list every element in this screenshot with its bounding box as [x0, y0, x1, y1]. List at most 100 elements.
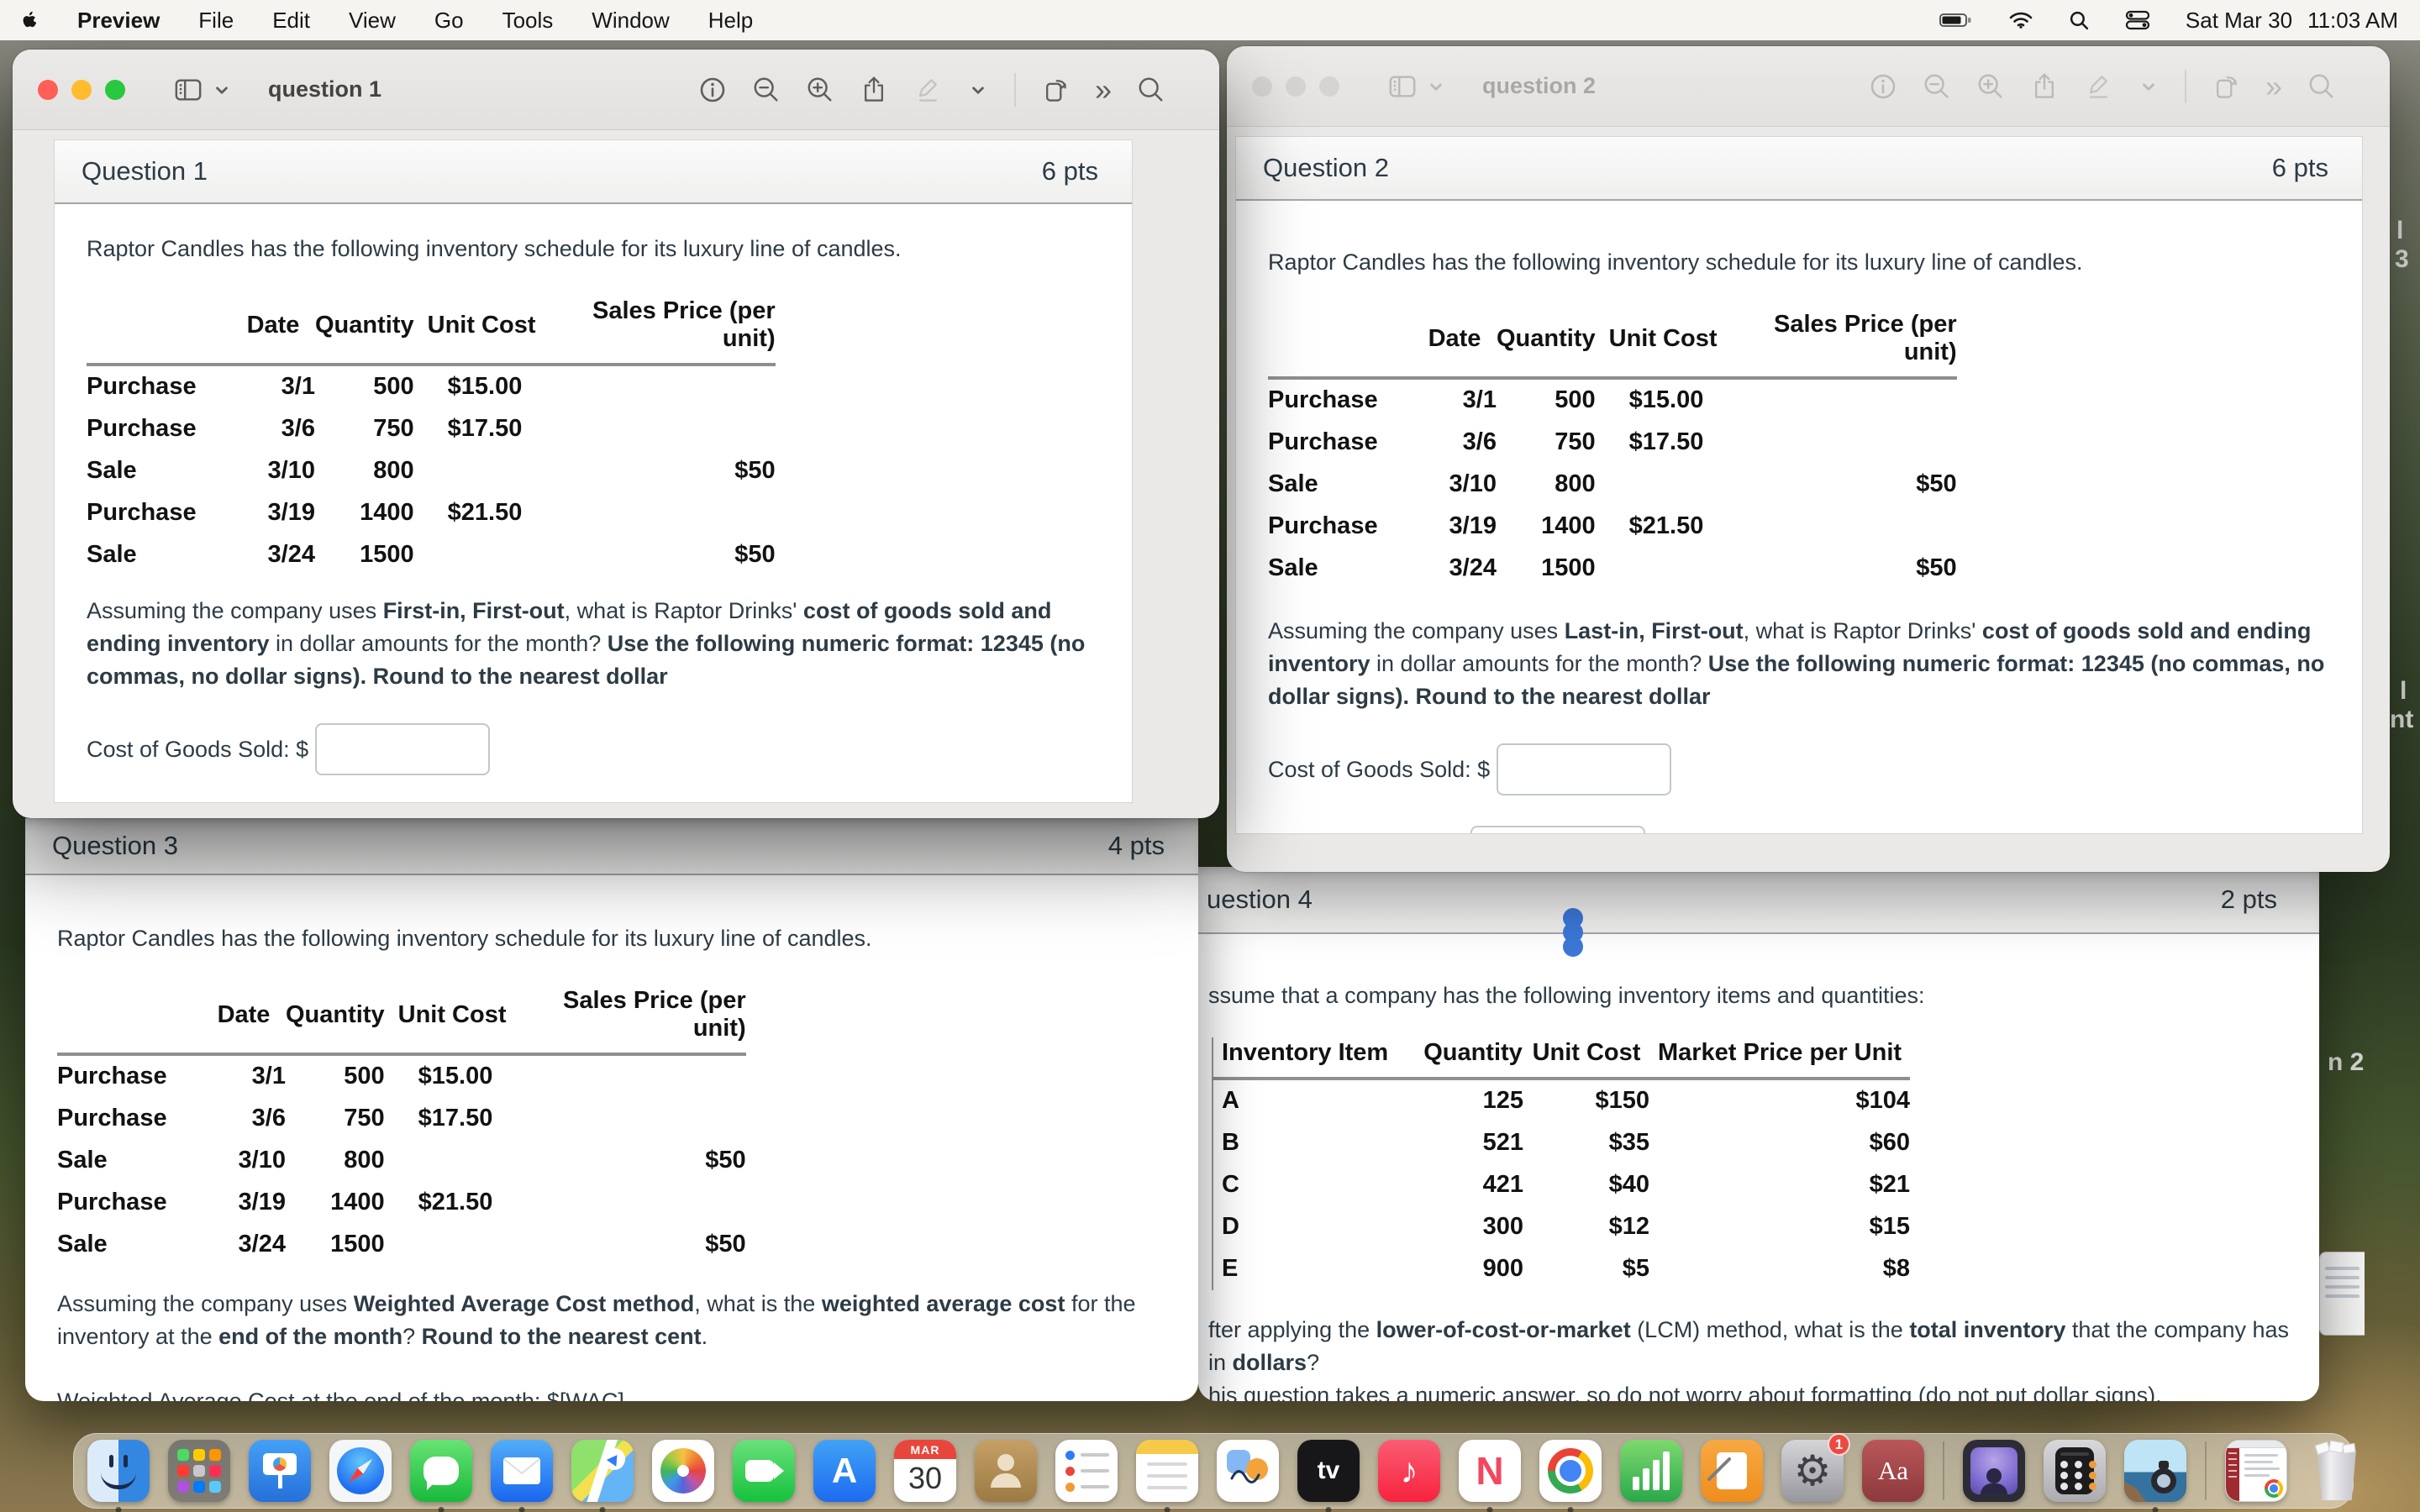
table-cell: $50 — [705, 1147, 746, 1173]
dock-item-launchpad[interactable] — [168, 1440, 230, 1502]
text-segment: in dollar amounts for the month? — [1370, 651, 1708, 676]
dock-item-messages[interactable] — [410, 1440, 472, 1512]
dock-item-preview[interactable] — [2124, 1440, 2186, 1512]
search-icon[interactable] — [1137, 76, 1165, 104]
spotlight-search-icon[interactable] — [2069, 10, 2090, 31]
dock-item-freeform[interactable] — [1217, 1440, 1279, 1502]
markup-chevron-icon[interactable] — [2138, 76, 2160, 97]
question3-title: Question 3 — [52, 831, 178, 860]
toolbar-overflow-icon[interactable]: » — [2265, 69, 2282, 104]
table-header-row: Date Quantity Unit Cost Sales Price (per un… — [87, 296, 776, 366]
dock-item-safari[interactable] — [329, 1440, 392, 1502]
table-row: E 900 $5 $8 — [1213, 1248, 1910, 1290]
zoom-out-icon[interactable] — [752, 76, 781, 104]
menu-item-go[interactable]: Go — [434, 8, 464, 34]
dock-item-appstore[interactable]: A — [813, 1440, 876, 1502]
dock-item-news[interactable]: N — [1459, 1440, 1521, 1512]
rotate-icon[interactable] — [2212, 72, 2240, 101]
control-center-icon[interactable] — [2125, 10, 2150, 30]
menu-item-help[interactable]: Help — [708, 8, 753, 34]
drag-handle-dots-icon[interactable] — [1563, 908, 1583, 957]
mail-icon — [491, 1440, 553, 1502]
question2-text: Assuming the company uses Last-in, First… — [1268, 615, 2362, 713]
markup-icon[interactable] — [2084, 72, 2112, 101]
minimize-button[interactable] — [1286, 76, 1306, 97]
menu-item-file[interactable]: File — [198, 8, 234, 34]
table-cell: $21 — [1869, 1171, 1910, 1198]
menu-date: Sat Mar 30 — [2185, 7, 2293, 33]
dock-item-settings[interactable]: 1 ⚙ — [1781, 1433, 1850, 1502]
share-icon[interactable] — [860, 76, 888, 104]
sidebar-chevron-icon[interactable] — [1425, 76, 1447, 97]
markup-chevron-icon[interactable] — [967, 79, 989, 101]
q1-cogs-input[interactable] — [315, 723, 491, 775]
menu-item-view[interactable]: View — [349, 8, 396, 34]
info-icon[interactable] — [1869, 72, 1897, 101]
dock-item-chrome[interactable] — [1539, 1440, 1602, 1512]
dock-item-pages[interactable] — [1701, 1440, 1763, 1502]
menu-clock[interactable]: Sat Mar 30 11:03 AM — [2186, 8, 2398, 34]
table-cell: 3/10 — [238, 1147, 286, 1173]
search-icon[interactable] — [2307, 72, 2336, 101]
sidebar-toggle-icon[interactable] — [174, 76, 203, 104]
dock-item-facetime[interactable] — [733, 1440, 795, 1502]
table-cell: $60 — [1869, 1129, 1910, 1156]
toolbar-divider — [1013, 72, 1016, 107]
apple-menu-icon[interactable] — [22, 10, 39, 30]
table-header-cell: Unit Cost — [384, 985, 532, 1056]
rotate-icon[interactable] — [1041, 76, 1070, 104]
share-icon[interactable] — [2030, 72, 2059, 101]
battery-icon[interactable] — [1939, 11, 1973, 29]
dock-item-music[interactable]: ♪ — [1378, 1440, 1440, 1502]
q2-ending-inventory-input[interactable] — [1470, 826, 1645, 833]
question1-titlebar[interactable]: question 1 » — [13, 50, 1219, 130]
table-cell: $8 — [1882, 1255, 1910, 1282]
dock-item-contacts[interactable] — [975, 1440, 1037, 1502]
table-header-cell: Quantity — [1497, 309, 1596, 380]
dock-item-photos[interactable] — [652, 1440, 714, 1502]
dock-item-finder[interactable] — [87, 1440, 150, 1512]
q2-cogs-input[interactable] — [1497, 743, 1672, 795]
menu-item-preview[interactable]: Preview — [77, 8, 160, 34]
zoom-out-icon[interactable] — [1923, 72, 1951, 101]
info-icon[interactable] — [698, 76, 727, 104]
menu-item-edit[interactable]: Edit — [272, 8, 310, 34]
table-cell — [1596, 464, 1743, 506]
zoom-in-icon[interactable] — [1976, 72, 2005, 101]
zoom-in-icon[interactable] — [806, 76, 834, 104]
minimize-button[interactable] — [71, 79, 92, 100]
close-button[interactable] — [1252, 76, 1272, 97]
close-button[interactable] — [38, 79, 58, 100]
dock-item-notes[interactable] — [1136, 1440, 1198, 1512]
dock-item-maps[interactable] — [571, 1440, 634, 1512]
zoom-button[interactable] — [105, 79, 125, 100]
dock-item-dictionary[interactable]: Aa — [1862, 1440, 1924, 1502]
sidebar-toggle-icon[interactable] — [1388, 72, 1417, 101]
dock-item-keynote[interactable] — [249, 1440, 311, 1502]
wifi-icon[interactable] — [2008, 10, 2033, 30]
text-segment: Last-in, First-out — [1564, 618, 1744, 643]
table-cell: 750 — [373, 415, 414, 442]
sidebar-chevron-icon[interactable] — [211, 79, 233, 101]
toolbar-overflow-icon[interactable]: » — [1095, 72, 1112, 108]
table-cell — [532, 1098, 746, 1140]
dock-item-numbers[interactable] — [1620, 1440, 1682, 1502]
markup-icon[interactable] — [913, 76, 942, 104]
zoom-button[interactable] — [1319, 76, 1339, 97]
dock-item-calendar[interactable]: MAR 30 — [894, 1440, 956, 1502]
dock-item-calculator[interactable] — [2044, 1440, 2106, 1502]
dock-item-tv[interactable]: tv — [1297, 1440, 1360, 1512]
dock-item-minimized-chrome-window[interactable] — [2225, 1440, 2287, 1502]
question2-titlebar[interactable]: question 2 » — [1227, 46, 2390, 127]
menu-item-tools[interactable]: Tools — [502, 8, 554, 34]
dock-item-trash[interactable] — [2306, 1440, 2368, 1502]
menu-item-window[interactable]: Window — [592, 8, 669, 34]
table-header-cell: Inventory Item — [1213, 1037, 1423, 1080]
text-segment: in dollar amounts for the month? — [269, 631, 608, 656]
table-cell: $150 — [1595, 1087, 1649, 1114]
dock-item-mail[interactable] — [491, 1440, 553, 1512]
running-indicator — [1567, 1507, 1574, 1512]
dock-item-photobooth[interactable] — [1963, 1440, 2025, 1502]
dock-item-reminders[interactable] — [1055, 1440, 1118, 1502]
table-row: Sale 3/24 1500 $50 — [1268, 548, 1957, 590]
